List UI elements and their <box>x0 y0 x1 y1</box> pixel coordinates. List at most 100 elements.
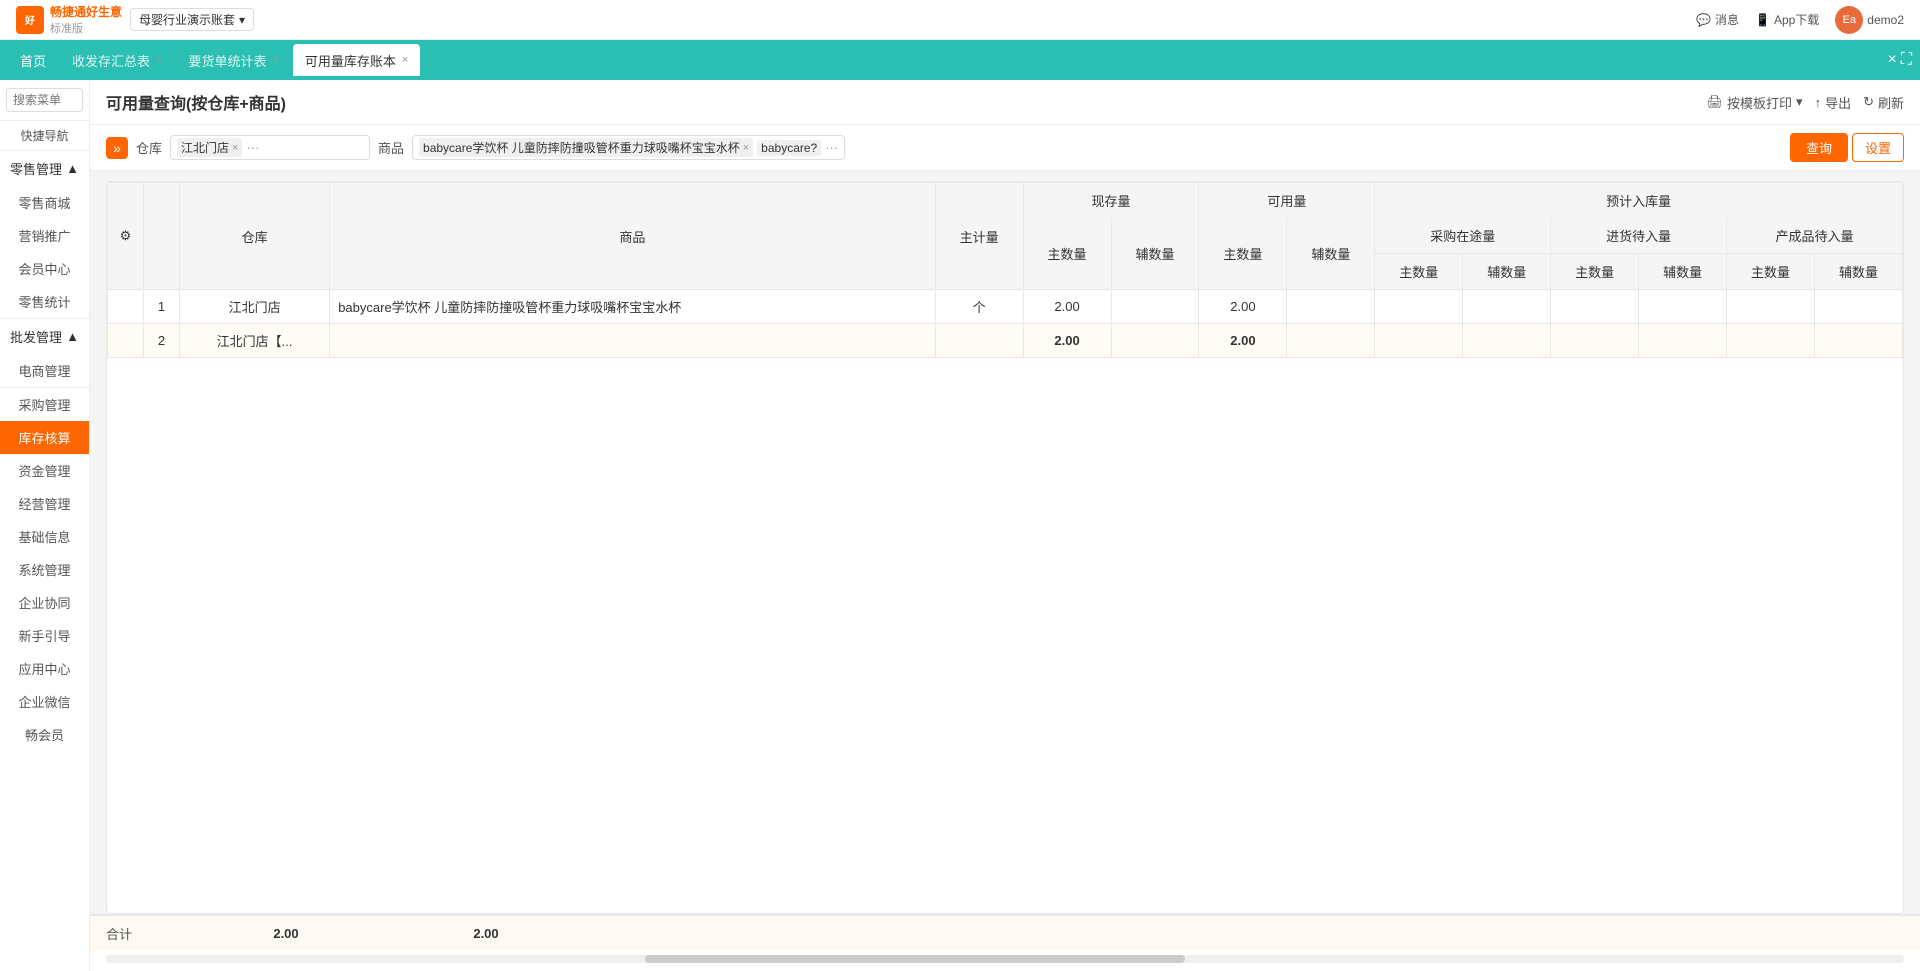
table-row: 1 江北门店 babycare学饮杯 儿童防摔防撞吸管杯重力球吸嘴杯宝宝水杯 个… <box>108 290 1903 324</box>
sidebar-item-ecommerce[interactable]: 电商管理 <box>0 354 89 387</box>
search-input[interactable] <box>6 88 83 112</box>
td-cs-main-1: 2.00 <box>1023 290 1111 324</box>
sidebar-section-retail-header[interactable]: 零售管理 ▲ <box>0 151 89 186</box>
th-settings[interactable]: ⚙ <box>108 183 144 290</box>
warehouse-filter-label: 仓库 <box>136 138 162 157</box>
expand-icon[interactable]: ⛶ <box>1901 51 1912 69</box>
th-fp-aux: 辅数量 <box>1815 254 1903 290</box>
tab-summary[interactable]: 收发存汇总表 × <box>60 44 174 76</box>
message-label: 消息 <box>1715 11 1739 28</box>
logo-text: 畅捷通好生意 <box>50 3 122 20</box>
th-ip-main: 主数量 <box>1551 254 1639 290</box>
sidebar-item-marketing[interactable]: 营销推广 <box>0 219 89 252</box>
td-av-main-2: 2.00 <box>1199 324 1287 358</box>
product-filter-input[interactable]: babycare学饮杯 儿童防摔防撞吸管杯重力球吸嘴杯宝宝水杯 × babyca… <box>412 135 845 160</box>
sidebar-item-inventory[interactable]: 库存核算 <box>0 421 89 454</box>
td-unit-2 <box>935 324 1023 358</box>
sidebar-item-basic-info[interactable]: 基础信息 <box>0 520 89 553</box>
th-av-aux: 辅数量 <box>1287 218 1375 290</box>
sidebar-section-wholesale-header[interactable]: 批发管理 ▲ <box>0 319 89 354</box>
tab-available-stock[interactable]: 可用量库存账本 × <box>293 44 420 76</box>
available-stock-tab-label: 可用量库存账本 <box>305 51 396 70</box>
th-available: 可用量 <box>1199 183 1375 219</box>
td-av-aux-2 <box>1287 324 1375 358</box>
sidebar-item-member-center[interactable]: 会员中心 <box>0 252 89 285</box>
sidebar-item-system[interactable]: 系统管理 <box>0 553 89 586</box>
scroll-thumb[interactable] <box>645 955 1184 963</box>
chevron-icon: ▲ <box>66 161 79 176</box>
sidebar-quick-nav[interactable]: 快捷导航 <box>0 121 89 151</box>
td-idx-1: 1 <box>144 290 180 324</box>
td-cs-main-2: 2.00 <box>1023 324 1111 358</box>
th-current-stock: 现存量 <box>1023 183 1199 219</box>
td-cs-aux-2 <box>1111 324 1199 358</box>
warehouse-tag-close[interactable]: × <box>232 142 238 154</box>
td-pt-aux-1 <box>1463 290 1551 324</box>
sidebar-item-retail-mall[interactable]: 零售商城 <box>0 186 89 219</box>
message-action[interactable]: 💬 消息 <box>1696 11 1739 28</box>
sidebar-item-retail-stats[interactable]: 零售统计 <box>0 285 89 318</box>
th-product: 商品 <box>330 183 935 290</box>
close-all-tabs[interactable]: × <box>1887 51 1896 69</box>
sidebar-item-purchase[interactable]: 采购管理 <box>0 388 89 421</box>
chevron-down-icon: ▾ <box>239 13 245 27</box>
refresh-btn[interactable]: ↻ 刷新 <box>1863 93 1904 112</box>
th-idx <box>144 183 180 290</box>
sidebar-item-app-center[interactable]: 应用中心 <box>0 652 89 685</box>
close-available-stock-tab[interactable]: × <box>402 54 408 66</box>
page-header: 可用量查询(按仓库+商品) 🖨 按模板打印 ▾ ↑ 导出 ↻ 刷新 <box>90 80 1920 125</box>
footer-cs-main: 2.00 <box>226 926 346 941</box>
th-cs-aux: 辅数量 <box>1111 218 1199 290</box>
industry-selector[interactable]: 母婴行业演示账套 ▾ <box>130 8 254 31</box>
settings-btn[interactable]: 设置 <box>1852 133 1904 162</box>
sidebar-item-member[interactable]: 畅会员 <box>0 718 89 751</box>
message-icon: 💬 <box>1696 13 1711 27</box>
tab-home[interactable]: 首页 <box>8 44 58 76</box>
product-tag-close[interactable]: × <box>743 142 749 154</box>
td-fp-main-2 <box>1727 324 1815 358</box>
warehouse-filter-input[interactable]: 江北门店 × ··· <box>170 135 370 160</box>
query-btn[interactable]: 查询 <box>1790 133 1848 162</box>
th-pt-main: 主数量 <box>1375 254 1463 290</box>
td-pt-aux-2 <box>1463 324 1551 358</box>
th-fp-main: 主数量 <box>1727 254 1815 290</box>
close-summary-tab[interactable]: × <box>156 54 162 66</box>
td-warehouse-2: 江北门店【... <box>180 324 330 358</box>
content-area: 可用量查询(按仓库+商品) 🖨 按模板打印 ▾ ↑ 导出 ↻ 刷新 » <box>90 80 1920 971</box>
app-download-action[interactable]: 📱 App下载 <box>1755 11 1819 28</box>
sidebar-item-operations[interactable]: 经营管理 <box>0 487 89 520</box>
td-unit-1: 个 <box>935 290 1023 324</box>
sidebar-item-enterprise-wechat[interactable]: 企业微信 <box>0 685 89 718</box>
sidebar-item-enterprise-collab[interactable]: 企业协同 <box>0 586 89 619</box>
main-layout: 快捷导航 零售管理 ▲ 零售商城 营销推广 会员中心 零售统计 批发管理 ▲ 电… <box>0 80 1920 971</box>
th-unit: 主计量 <box>935 183 1023 290</box>
td-idx-2: 2 <box>144 324 180 358</box>
chevron-print-icon: ▾ <box>1796 94 1803 110</box>
sidebar-section-wholesale: 批发管理 ▲ 电商管理 <box>0 319 89 388</box>
close-order-stats-tab[interactable]: × <box>272 54 278 66</box>
sidebar: 快捷导航 零售管理 ▲ 零售商城 营销推广 会员中心 零售统计 批发管理 ▲ 电… <box>0 80 90 971</box>
scroll-track[interactable] <box>106 955 1904 963</box>
filter-expand-btn[interactable]: » <box>106 137 128 159</box>
user-area[interactable]: Ea demo2 <box>1835 6 1904 34</box>
sidebar-item-finance[interactable]: 资金管理 <box>0 454 89 487</box>
nav-tabs: 首页 收发存汇总表 × 要货单统计表 × 可用量库存账本 × × ⛶ <box>0 40 1920 80</box>
export-btn[interactable]: ↑ 导出 <box>1815 93 1852 112</box>
product-tag-text: babycare学饮杯 儿童防摔防撞吸管杯重力球吸嘴杯宝宝水杯 <box>423 139 740 156</box>
industry-selector-text: 母婴行业演示账套 <box>139 11 235 28</box>
refresh-icon: ↻ <box>1863 94 1874 110</box>
td-av-main-1: 2.00 <box>1199 290 1287 324</box>
sidebar-item-new-guide[interactable]: 新手引导 <box>0 619 89 652</box>
footer-av-aux <box>546 926 626 941</box>
th-planned-inbound: 预计入库量 <box>1375 183 1903 219</box>
warehouse-tag-text: 江北门店 <box>181 139 229 156</box>
footer-total-label: 合计 <box>106 924 226 943</box>
tab-order-stats[interactable]: 要货单统计表 × <box>176 44 290 76</box>
product-tag-babycare: babycare学饮杯 儿童防摔防撞吸管杯重力球吸嘴杯宝宝水杯 × <box>419 138 753 157</box>
page-title: 可用量查询(按仓库+商品) <box>106 90 286 114</box>
logo-sub: 标准版 <box>50 20 122 36</box>
td-ip-main-1 <box>1551 290 1639 324</box>
phone-icon: 📱 <box>1755 13 1770 27</box>
td-fp-main-1 <box>1727 290 1815 324</box>
template-print-btn[interactable]: 🖨 按模板打印 ▾ <box>1707 93 1803 112</box>
